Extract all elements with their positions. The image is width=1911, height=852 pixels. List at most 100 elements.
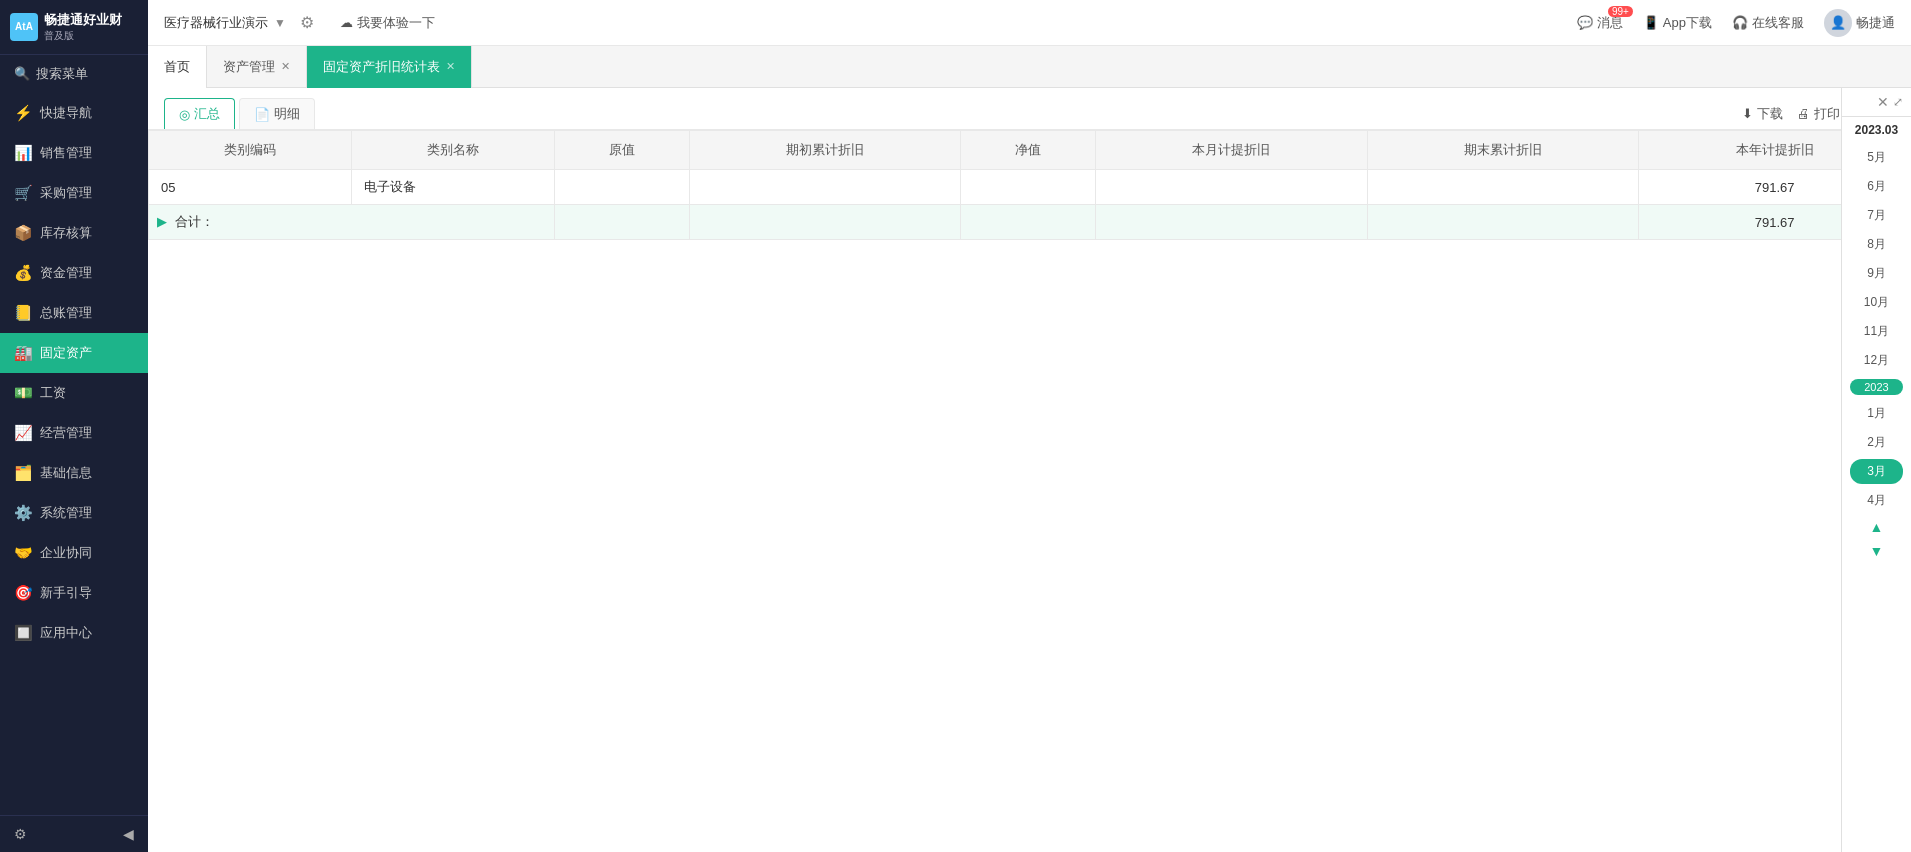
sidebar-item-inventory[interactable]: 📦 库存核算 — [0, 213, 148, 253]
table-wrapper: 类别编码 类别名称 原值 期初累计折旧 净值 本月计提折旧 期末累计折旧 本年计… — [148, 130, 1911, 852]
col-code: 类别编码 — [149, 131, 352, 170]
app-download-button[interactable]: 📱 App下载 — [1643, 14, 1712, 32]
sidebar-bottom: ⚙ ◀ — [0, 815, 148, 852]
sidebar-item-operations[interactable]: 📈 经营管理 — [0, 413, 148, 453]
system-icon: ⚙️ — [14, 504, 32, 522]
page-content: ◎ 汇总 📄 明细 ⬇ 下载 🖨 打印 ↻ 刷新 — [148, 88, 1911, 852]
cell-initial-dep — [689, 170, 961, 205]
tab-asset-mgmt-label: 资产管理 — [223, 58, 275, 76]
print-icon: 🖨 — [1797, 106, 1810, 121]
sidebar-item-quick-nav[interactable]: ⚡ 快捷导航 — [0, 93, 148, 133]
subtotal-net-value — [961, 205, 1096, 240]
username-label: 畅捷通 — [1856, 14, 1895, 32]
messages-button[interactable]: 💬 消息 99+ — [1577, 14, 1623, 32]
online-service-button[interactable]: 🎧 在线客服 — [1732, 14, 1804, 32]
col-net-value: 净值 — [961, 131, 1096, 170]
tab-bar: 首页 资产管理 ✕ 固定资产折旧统计表 ✕ — [148, 46, 1911, 88]
col-initial-dep: 期初累计折旧 — [689, 131, 961, 170]
date-item-8[interactable]: 8月 — [1842, 230, 1911, 259]
sidebar-item-enterprise[interactable]: 🤝 企业协同 — [0, 533, 148, 573]
expand-icon[interactable]: ⤢ — [1893, 95, 1903, 109]
guide-icon: 🎯 — [14, 584, 32, 602]
date-item-6[interactable]: 6月 — [1842, 172, 1911, 201]
col-monthly-dep: 本月计提折旧 — [1095, 131, 1367, 170]
sidebar-item-label: 经营管理 — [40, 424, 92, 442]
sidebar-item-guide[interactable]: 🎯 新手引导 — [0, 573, 148, 613]
sidebar-item-basic-info[interactable]: 🗂️ 基础信息 — [0, 453, 148, 493]
date-item-2023-3-current[interactable]: 3月 — [1850, 459, 1903, 484]
sidebar-item-purchase[interactable]: 🛒 采购管理 — [0, 173, 148, 213]
user-menu[interactable]: 👤 畅捷通 — [1824, 9, 1895, 37]
date-panel-header: ✕ ⤢ — [1842, 88, 1911, 117]
sidebar-item-fixed-assets[interactable]: 🏭 固定资产 — [0, 333, 148, 373]
experience-button[interactable]: ☁ 我要体验一下 — [340, 14, 435, 32]
gear-icon[interactable]: ⚙ — [300, 13, 314, 32]
tab-asset-mgmt-close[interactable]: ✕ — [281, 60, 290, 73]
company-selector[interactable]: 医疗器械行业演示 ▼ — [164, 14, 286, 32]
date-item-5[interactable]: 5月 — [1842, 143, 1911, 172]
sidebar-item-label: 库存核算 — [40, 224, 92, 242]
sidebar-item-payroll[interactable]: 💵 工资 — [0, 373, 148, 413]
sidebar-item-label: 采购管理 — [40, 184, 92, 202]
tab-detail-label: 明细 — [274, 105, 300, 123]
table-row: 05 电子设备 791.67 — [149, 170, 1911, 205]
app-logo-icon: AtA — [10, 13, 38, 41]
sidebar-item-label: 快捷导航 — [40, 104, 92, 122]
tab-detail[interactable]: 📄 明细 — [239, 98, 315, 129]
chevron-down-icon: ▼ — [274, 16, 286, 30]
date-item-10[interactable]: 10月 — [1842, 288, 1911, 317]
sidebar-item-label: 系统管理 — [40, 504, 92, 522]
topbar-right: 💬 消息 99+ 📱 App下载 🎧 在线客服 👤 畅捷通 — [1577, 9, 1895, 37]
operations-icon: 📈 — [14, 424, 32, 442]
purchase-icon: 🛒 — [14, 184, 32, 202]
tab-home-label: 首页 — [164, 58, 190, 76]
inner-tab-bar: ◎ 汇总 📄 明细 ⬇ 下载 🖨 打印 ↻ 刷新 — [148, 88, 1911, 130]
sidebar-item-ledger[interactable]: 📒 总账管理 — [0, 293, 148, 333]
date-item-2023-1[interactable]: 1月 — [1842, 399, 1911, 428]
service-label: 在线客服 — [1752, 14, 1804, 32]
app-edition: 普及版 — [44, 29, 122, 42]
detail-icon: 📄 — [254, 107, 270, 122]
main-content: 医疗器械行业演示 ▼ ⚙ ☁ 我要体验一下 💬 消息 99+ 📱 App下载 🎧… — [148, 0, 1911, 852]
date-list: 5月 6月 7月 8月 9月 10月 11月 12月 2023 1月 2月 3月… — [1842, 143, 1911, 852]
basic-info-icon: 🗂️ — [14, 464, 32, 482]
collapse-icon[interactable]: ◀ — [123, 826, 134, 842]
table-header-row: 类别编码 类别名称 原值 期初累计折旧 净值 本月计提折旧 期末累计折旧 本年计… — [149, 131, 1911, 170]
date-panel-title: 2023.03 — [1842, 117, 1911, 143]
date-item-12[interactable]: 12月 — [1842, 346, 1911, 375]
date-nav-up[interactable]: ▲ — [1842, 515, 1911, 539]
print-button[interactable]: 🖨 打印 — [1797, 105, 1840, 123]
date-item-2023-4[interactable]: 4月 — [1842, 486, 1911, 515]
subtotal-expand-icon: ▶ — [157, 214, 167, 229]
search-menu[interactable]: 🔍 搜索菜单 — [0, 55, 148, 93]
sidebar-item-sales[interactable]: 📊 销售管理 — [0, 133, 148, 173]
download-button[interactable]: ⬇ 下载 — [1742, 105, 1783, 123]
tab-summary[interactable]: ◎ 汇总 — [164, 98, 235, 129]
sidebar-item-app-center[interactable]: 🔲 应用中心 — [0, 613, 148, 653]
download-icon: ⬇ — [1742, 106, 1753, 121]
tab-asset-mgmt[interactable]: 资产管理 ✕ — [207, 46, 307, 88]
tab-depreciation-close[interactable]: ✕ — [446, 60, 455, 73]
sidebar-item-finance[interactable]: 💰 资金管理 — [0, 253, 148, 293]
date-item-11[interactable]: 11月 — [1842, 317, 1911, 346]
sidebar-item-label: 应用中心 — [40, 624, 92, 642]
app-download-label: App下载 — [1663, 14, 1712, 32]
date-item-2023-2[interactable]: 2月 — [1842, 428, 1911, 457]
settings-icon[interactable]: ⚙ — [14, 826, 27, 842]
close-icon[interactable]: ✕ — [1877, 94, 1889, 110]
sidebar-item-label: 资金管理 — [40, 264, 92, 282]
message-badge: 99+ — [1608, 6, 1633, 17]
sidebar-item-label: 新手引导 — [40, 584, 92, 602]
download-label: 下载 — [1757, 105, 1783, 123]
sidebar-item-system[interactable]: ⚙️ 系统管理 — [0, 493, 148, 533]
date-nav-down[interactable]: ▼ — [1842, 539, 1911, 563]
tab-home[interactable]: 首页 — [148, 46, 207, 88]
enterprise-icon: 🤝 — [14, 544, 32, 562]
tab-depreciation[interactable]: 固定资产折旧统计表 ✕ — [307, 46, 472, 88]
fixed-assets-icon: 🏭 — [14, 344, 32, 362]
finance-icon: 💰 — [14, 264, 32, 282]
sidebar-item-label: 固定资产 — [40, 344, 92, 362]
date-item-7[interactable]: 7月 — [1842, 201, 1911, 230]
sidebar-logo: AtA 畅捷通好业财 普及版 — [0, 0, 148, 55]
date-item-9[interactable]: 9月 — [1842, 259, 1911, 288]
